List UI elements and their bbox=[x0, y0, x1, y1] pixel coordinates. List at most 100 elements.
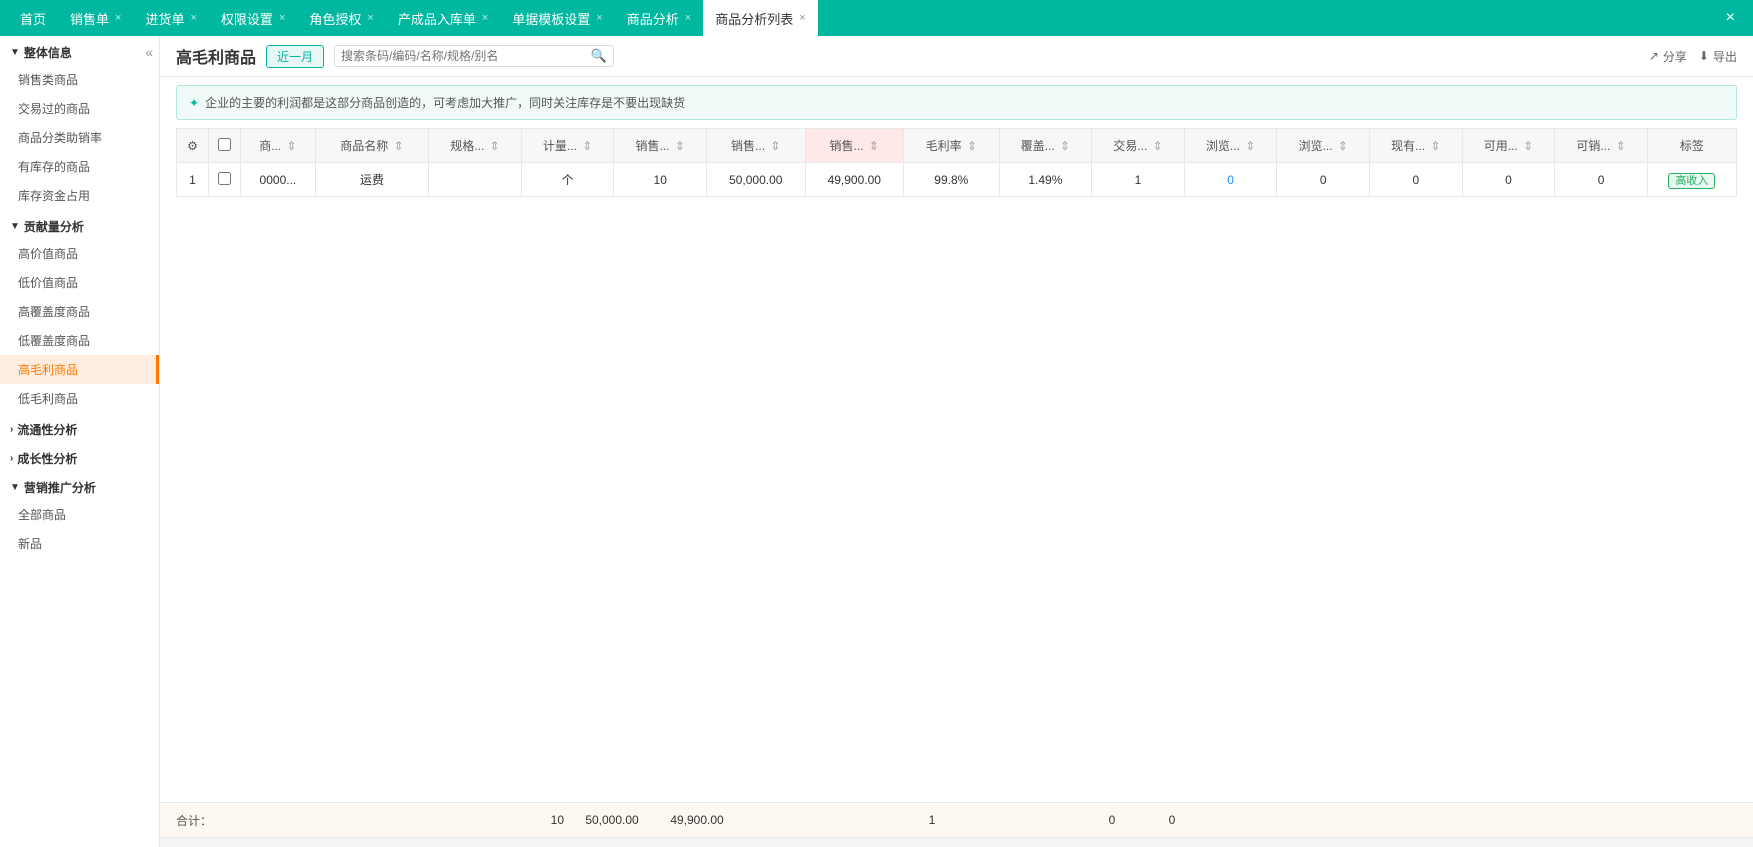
arrow-liquidity: › bbox=[10, 424, 13, 435]
footer-sales-qty: 10 bbox=[232, 811, 572, 829]
footer-sales-cost: 49,900.00 bbox=[652, 811, 742, 829]
cell-spec bbox=[429, 163, 522, 197]
window-close-button[interactable]: × bbox=[1716, 9, 1745, 27]
sidebar-group-growth[interactable]: › 成长性分析 bbox=[0, 442, 159, 471]
sidebar-item-high-coverage[interactable]: 高覆盖度商品 bbox=[0, 297, 159, 326]
footer-current-stock: 0 bbox=[1082, 811, 1142, 829]
sidebar-item-traded-goods[interactable]: 交易过的商品 bbox=[0, 94, 159, 123]
settings-icon[interactable]: ⚙ bbox=[187, 139, 198, 153]
sort-icon-current-stock[interactable]: ⇕ bbox=[1430, 139, 1440, 153]
footer-available: 0 bbox=[1142, 811, 1202, 829]
cell-name: 运费 bbox=[315, 163, 428, 197]
sort-icon-trade[interactable]: ⇕ bbox=[1153, 139, 1163, 153]
footer-spacer2 bbox=[822, 811, 902, 829]
close-warehouse-tab[interactable]: × bbox=[482, 12, 488, 24]
row-checkbox[interactable] bbox=[218, 172, 231, 185]
col-settings[interactable]: ⚙ bbox=[177, 129, 209, 163]
footer-label: 合计： bbox=[176, 812, 212, 829]
nav-item-analysis[interactable]: 商品分析 × bbox=[615, 0, 703, 36]
close-permissions-tab[interactable]: × bbox=[279, 12, 285, 24]
footer-bar: 合计： 10 50,000.00 49,900.00 1 bbox=[160, 802, 1753, 837]
nav-item-template[interactable]: 单据模板设置 × bbox=[500, 0, 614, 36]
share-button[interactable]: ↗ 分享 bbox=[1649, 48, 1687, 65]
close-sales-tab[interactable]: × bbox=[115, 12, 121, 24]
col-sales-cost: 销售... ⇕ bbox=[805, 129, 904, 163]
export-icon: ⬇ bbox=[1699, 49, 1709, 63]
nav-item-roles[interactable]: 角色授权 × bbox=[297, 0, 385, 36]
sort-icon-name[interactable]: ⇕ bbox=[394, 139, 404, 153]
close-template-tab[interactable]: × bbox=[596, 12, 602, 24]
cell-sales-qty: 10 bbox=[614, 163, 707, 197]
close-roles-tab[interactable]: × bbox=[367, 12, 373, 24]
content-area: 高毛利商品 近一月 🔍 ↗ 分享 ⬇ 导出 ✦ 企业的主要的利润都是这部分商品创… bbox=[160, 36, 1753, 847]
cell-browse2: 0 bbox=[1277, 163, 1370, 197]
sort-icon-sales-qty[interactable]: ⇕ bbox=[675, 139, 685, 153]
data-table: ⚙ 商... ⇕ 商品名称 ⇕ 规格... ⇕ 计量... ⇕ 销售... ⇕ … bbox=[176, 128, 1737, 197]
close-analysis-tab[interactable]: × bbox=[685, 12, 691, 24]
sidebar-group-overall[interactable]: ▼ 整体信息 bbox=[0, 36, 159, 65]
cell-sellable: 0 bbox=[1555, 163, 1648, 197]
top-nav-bar: 首页 销售单 × 进货单 × 权限设置 × 角色授权 × 产成品入库单 × 单据… bbox=[0, 0, 1753, 36]
sort-icon-sellable[interactable]: ⇕ bbox=[1616, 139, 1626, 153]
sidebar-group-contribution[interactable]: ▼ 贡献量分析 bbox=[0, 210, 159, 239]
select-all-checkbox[interactable] bbox=[218, 138, 231, 151]
sidebar-item-low-coverage[interactable]: 低覆盖度商品 bbox=[0, 326, 159, 355]
cell-checkbox[interactable] bbox=[209, 163, 241, 197]
close-purchase-tab[interactable]: × bbox=[190, 12, 196, 24]
sidebar-group-liquidity[interactable]: › 流通性分析 bbox=[0, 413, 159, 442]
cell-browse1: 0 bbox=[1184, 163, 1277, 197]
sort-icon-gross-margin[interactable]: ⇕ bbox=[967, 139, 977, 153]
period-button[interactable]: 近一月 bbox=[266, 45, 324, 68]
sort-icon-sales-amt[interactable]: ⇕ bbox=[770, 139, 780, 153]
sort-icon-sales-cost[interactable]: ⇕ bbox=[869, 139, 879, 153]
nav-item-warehouse[interactable]: 产成品入库单 × bbox=[386, 0, 500, 36]
sidebar-item-low-value[interactable]: 低价值商品 bbox=[0, 268, 159, 297]
sidebar-item-low-margin[interactable]: 低毛利商品 bbox=[0, 384, 159, 413]
bottom-scrollbar[interactable] bbox=[160, 837, 1753, 847]
sort-icon-coverage[interactable]: ⇕ bbox=[1060, 139, 1070, 153]
sidebar-item-stock-capital[interactable]: 库存资金占用 bbox=[0, 181, 159, 210]
nav-item-permissions[interactable]: 权限设置 × bbox=[209, 0, 297, 36]
sidebar-item-all-goods[interactable]: 全部商品 bbox=[0, 500, 159, 529]
sidebar-item-high-margin[interactable]: 高毛利商品 bbox=[0, 355, 159, 384]
col-gross-margin: 毛利率 ⇕ bbox=[904, 129, 1000, 163]
share-icon: ↗ bbox=[1649, 49, 1659, 63]
search-input[interactable] bbox=[341, 49, 591, 63]
cell-index: 1 bbox=[177, 163, 209, 197]
cell-unit: 个 bbox=[521, 163, 614, 197]
sort-icon-browse2[interactable]: ⇕ bbox=[1338, 139, 1348, 153]
search-icon[interactable]: 🔍 bbox=[591, 48, 607, 64]
sort-icon-browse1[interactable]: ⇕ bbox=[1245, 139, 1255, 153]
col-current-stock: 现有... ⇕ bbox=[1370, 129, 1463, 163]
col-code: 商... ⇕ bbox=[241, 129, 316, 163]
nav-item-home[interactable]: 首页 bbox=[8, 0, 58, 36]
sidebar-collapse-button[interactable]: « bbox=[145, 44, 153, 60]
cell-coverage: 1.49% bbox=[999, 163, 1092, 197]
footer-browse2 bbox=[1022, 811, 1082, 829]
header-actions: ↗ 分享 ⬇ 导出 bbox=[1649, 48, 1737, 65]
nav-item-purchase[interactable]: 进货单 × bbox=[133, 0, 208, 36]
sort-icon-spec[interactable]: ⇕ bbox=[490, 139, 500, 153]
cell-current-stock: 0 bbox=[1370, 163, 1463, 197]
sidebar-item-new-goods[interactable]: 新品 bbox=[0, 529, 159, 558]
search-box: 🔍 bbox=[334, 45, 614, 67]
sort-icon-available[interactable]: ⇕ bbox=[1523, 139, 1533, 153]
nav-item-analysis-list[interactable]: 商品分析列表 × bbox=[703, 0, 817, 36]
sidebar-item-category-rate[interactable]: 商品分类助销率 bbox=[0, 123, 159, 152]
nav-item-sales[interactable]: 销售单 × bbox=[58, 0, 133, 36]
sidebar-group-marketing[interactable]: ▼ 营销推广分析 bbox=[0, 471, 159, 500]
col-browse2: 浏览... ⇕ bbox=[1277, 129, 1370, 163]
col-checkbox[interactable] bbox=[209, 129, 241, 163]
sidebar-item-high-value[interactable]: 高价值商品 bbox=[0, 239, 159, 268]
sort-icon-code[interactable]: ⇕ bbox=[287, 139, 297, 153]
export-button[interactable]: ⬇ 导出 bbox=[1699, 48, 1737, 65]
col-sales-qty: 销售... ⇕ bbox=[614, 129, 707, 163]
sidebar-item-stocked-goods[interactable]: 有库存的商品 bbox=[0, 152, 159, 181]
close-analysis-list-tab[interactable]: × bbox=[799, 12, 805, 24]
arrow-overall: ▼ bbox=[10, 47, 20, 58]
sort-icon-unit[interactable]: ⇕ bbox=[582, 139, 592, 153]
cell-sales-amt: 50,000.00 bbox=[707, 163, 806, 197]
col-browse1: 浏览... ⇕ bbox=[1184, 129, 1277, 163]
sidebar-item-sales-goods[interactable]: 销售类商品 bbox=[0, 65, 159, 94]
table-wrapper[interactable]: ⚙ 商... ⇕ 商品名称 ⇕ 规格... ⇕ 计量... ⇕ 销售... ⇕ … bbox=[160, 128, 1753, 802]
